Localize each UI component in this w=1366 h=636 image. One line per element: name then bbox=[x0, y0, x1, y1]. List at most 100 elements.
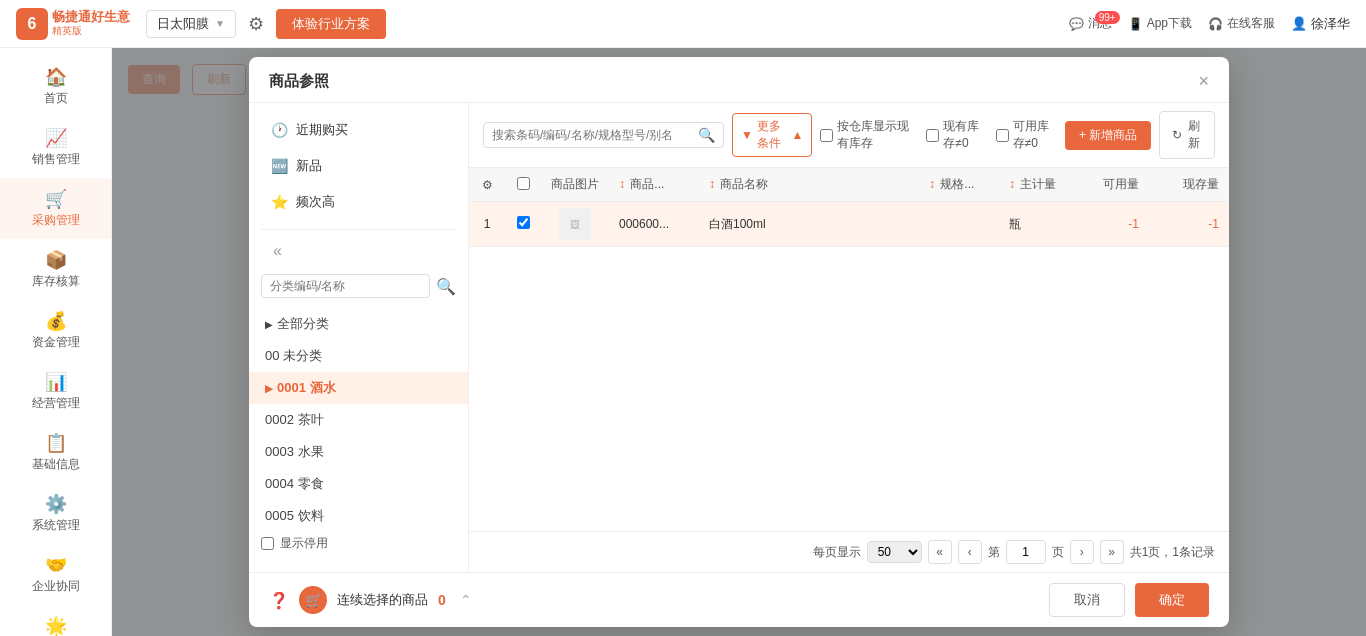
finance-icon: 💰 bbox=[45, 310, 67, 332]
product-table: ⚙ 商品图片 ↕ bbox=[469, 168, 1229, 247]
modal-quick-nav: 🕐 近期购买 🆕 新品 ⭐ 频次高 bbox=[249, 113, 468, 221]
headset-icon: 🎧 bbox=[1208, 17, 1223, 31]
total-label: 共1页，1条记录 bbox=[1130, 544, 1215, 561]
warehouse-stock-filter: 按仓库显示现有库存 bbox=[820, 118, 918, 152]
sidebar-item-home[interactable]: 🏠 首页 bbox=[0, 56, 111, 117]
modal-nav-frequent[interactable]: ⭐ 频次高 bbox=[261, 185, 456, 219]
sidebar-item-sales[interactable]: 📈 销售管理 bbox=[0, 117, 111, 178]
current-stock-checkbox[interactable] bbox=[926, 129, 939, 142]
category-0001[interactable]: ▶ 0001 酒水 bbox=[249, 372, 468, 404]
category-0005[interactable]: 0005 饮料 bbox=[249, 500, 468, 525]
category-0003[interactable]: 0003 水果 bbox=[249, 436, 468, 468]
page-number-input[interactable] bbox=[1006, 540, 1046, 564]
sort-icon-code: ↕ bbox=[619, 177, 625, 191]
modal-nav-recent[interactable]: 🕐 近期购买 bbox=[261, 113, 456, 147]
modal-action-buttons: 取消 确定 bbox=[1049, 583, 1209, 617]
sidebar-item-guide[interactable]: 🌟 新手引导 bbox=[0, 605, 111, 636]
current-stock-filter: 现有库存≠0 bbox=[926, 118, 987, 152]
category-0004[interactable]: 0004 零食 bbox=[249, 468, 468, 500]
modal-right-panel: 🔍 ▼ 更多条件 ▲ 按仓库显示现有库存 bbox=[469, 103, 1229, 572]
product-table-container: ⚙ 商品图片 ↕ bbox=[469, 168, 1229, 531]
purchase-icon: 🛒 bbox=[45, 188, 67, 210]
settings-icon[interactable]: ⚙ bbox=[248, 13, 264, 35]
row-checkbox[interactable] bbox=[517, 216, 530, 229]
pagination: 每页显示 50 10 20 100 « ‹ 第 页 bbox=[469, 531, 1229, 572]
inventory-icon: 📦 bbox=[45, 249, 67, 271]
cancel-button[interactable]: 取消 bbox=[1049, 583, 1125, 617]
sidebar-item-basic[interactable]: 📋 基础信息 bbox=[0, 422, 111, 483]
confirm-button[interactable]: 确定 bbox=[1135, 583, 1209, 617]
sidebar-label-purchase: 采购管理 bbox=[32, 212, 80, 229]
category-all[interactable]: ▶ 全部分类 bbox=[249, 308, 468, 340]
sidebar: 🏠 首页 📈 销售管理 🛒 采购管理 📦 库存核算 💰 资金管理 📊 经营管理 … bbox=[0, 48, 112, 636]
select-all-checkbox[interactable] bbox=[517, 177, 530, 190]
show-disabled-checkbox[interactable] bbox=[261, 537, 274, 550]
page-next-button[interactable]: › bbox=[1070, 540, 1094, 564]
sidebar-item-collab[interactable]: 🤝 企业协同 bbox=[0, 544, 111, 605]
username: 徐泽华 bbox=[1311, 15, 1350, 33]
cart-button[interactable]: 🛒 bbox=[299, 586, 327, 614]
app-download-button[interactable]: 📱 App下载 bbox=[1128, 15, 1192, 32]
modal-collapse-btn[interactable]: « bbox=[261, 238, 294, 264]
refresh-icon: ↻ bbox=[1172, 128, 1182, 142]
product-search-icon[interactable]: 🔍 bbox=[698, 127, 715, 143]
page-prev-button[interactable]: ‹ bbox=[958, 540, 982, 564]
warehouse-stock-checkbox[interactable] bbox=[820, 129, 833, 142]
th-settings[interactable]: ⚙ bbox=[469, 168, 505, 202]
modal-body: 🕐 近期购买 🆕 新品 ⭐ 频次高 bbox=[249, 103, 1229, 572]
cell-spec bbox=[919, 202, 999, 247]
user-avatar[interactable]: 👤 徐泽华 bbox=[1291, 15, 1350, 33]
available-stock-checkbox[interactable] bbox=[996, 129, 1009, 142]
category-search-input[interactable] bbox=[261, 274, 430, 298]
category-00[interactable]: 00 未分类 bbox=[249, 340, 468, 372]
category-search-icon[interactable]: 🔍 bbox=[436, 277, 456, 296]
product-reference-modal: 商品参照 × 🕐 近期购买 🆕 bbox=[249, 57, 1229, 627]
modal-title: 商品参照 bbox=[269, 72, 329, 91]
sales-icon: 📈 bbox=[45, 127, 67, 149]
category-0002[interactable]: 0002 茶叶 bbox=[249, 404, 468, 436]
avatar-icon: 👤 bbox=[1291, 16, 1307, 31]
message-icon: 💬 bbox=[1069, 17, 1084, 31]
modal-nav-new[interactable]: 🆕 新品 bbox=[261, 149, 456, 183]
available-stock-label: 可用库存≠0 bbox=[1013, 118, 1057, 152]
per-page-select[interactable]: 50 10 20 100 bbox=[867, 541, 922, 563]
sidebar-label-sales: 销售管理 bbox=[32, 151, 80, 168]
trial-button[interactable]: 体验行业方案 bbox=[276, 9, 386, 39]
logo-sub: 精英版 bbox=[52, 24, 130, 38]
sidebar-item-system[interactable]: ⚙️ 系统管理 bbox=[0, 483, 111, 544]
sidebar-item-inventory[interactable]: 📦 库存核算 bbox=[0, 239, 111, 300]
page-last-button[interactable]: » bbox=[1100, 540, 1124, 564]
modal-close-button[interactable]: × bbox=[1198, 71, 1209, 92]
messages-button[interactable]: 💬 消息 99+ bbox=[1069, 15, 1112, 32]
store-selector[interactable]: 日太阳膜 ▼ bbox=[146, 10, 236, 38]
per-page-label: 每页显示 bbox=[813, 544, 861, 561]
basic-icon: 📋 bbox=[45, 432, 67, 454]
sidebar-item-business[interactable]: 📊 经营管理 bbox=[0, 361, 111, 422]
cell-available: -1 bbox=[1069, 202, 1149, 247]
add-product-button[interactable]: + 新增商品 bbox=[1065, 121, 1151, 150]
logo-name: 畅捷通好生意 bbox=[52, 9, 130, 25]
table-row[interactable]: 1 🖼 000600... 白酒100ml bbox=[469, 202, 1229, 247]
logo-icon: 6 bbox=[16, 8, 48, 40]
modal-category-search: 🔍 bbox=[249, 268, 468, 304]
product-image: 🖼 bbox=[559, 208, 591, 240]
clock-icon: 🕐 bbox=[271, 122, 288, 138]
more-filter-button[interactable]: ▼ 更多条件 ▲ bbox=[732, 113, 812, 157]
sort-icon-unit: ↕ bbox=[1009, 177, 1015, 191]
sidebar-item-finance[interactable]: 💰 资金管理 bbox=[0, 300, 111, 361]
sidebar-label-collab: 企业协同 bbox=[32, 578, 80, 595]
sidebar-item-purchase[interactable]: 🛒 采购管理 bbox=[0, 178, 111, 239]
online-service-button[interactable]: 🎧 在线客服 bbox=[1208, 15, 1275, 32]
product-search-input[interactable] bbox=[492, 128, 692, 142]
cart-collapse-icon[interactable]: ⌃ bbox=[460, 592, 472, 608]
page-first-button[interactable]: « bbox=[928, 540, 952, 564]
cell-img: 🖼 bbox=[541, 202, 609, 247]
refresh-button[interactable]: ↻ 刷新 bbox=[1159, 111, 1215, 159]
nav-right: 💬 消息 99+ 📱 App下载 🎧 在线客服 👤 徐泽华 bbox=[1069, 15, 1350, 33]
content-area: 查询 刷新 商品参照 × 🕐 近期购买 bbox=[112, 48, 1366, 636]
sidebar-label-finance: 资金管理 bbox=[32, 334, 80, 351]
home-icon: 🏠 bbox=[45, 66, 67, 88]
help-icon[interactable]: ❓ bbox=[269, 591, 289, 610]
main-layout: 🏠 首页 📈 销售管理 🛒 采购管理 📦 库存核算 💰 资金管理 📊 经营管理 … bbox=[0, 48, 1366, 636]
logo-text-block: 畅捷通好生意 精英版 bbox=[52, 9, 130, 39]
